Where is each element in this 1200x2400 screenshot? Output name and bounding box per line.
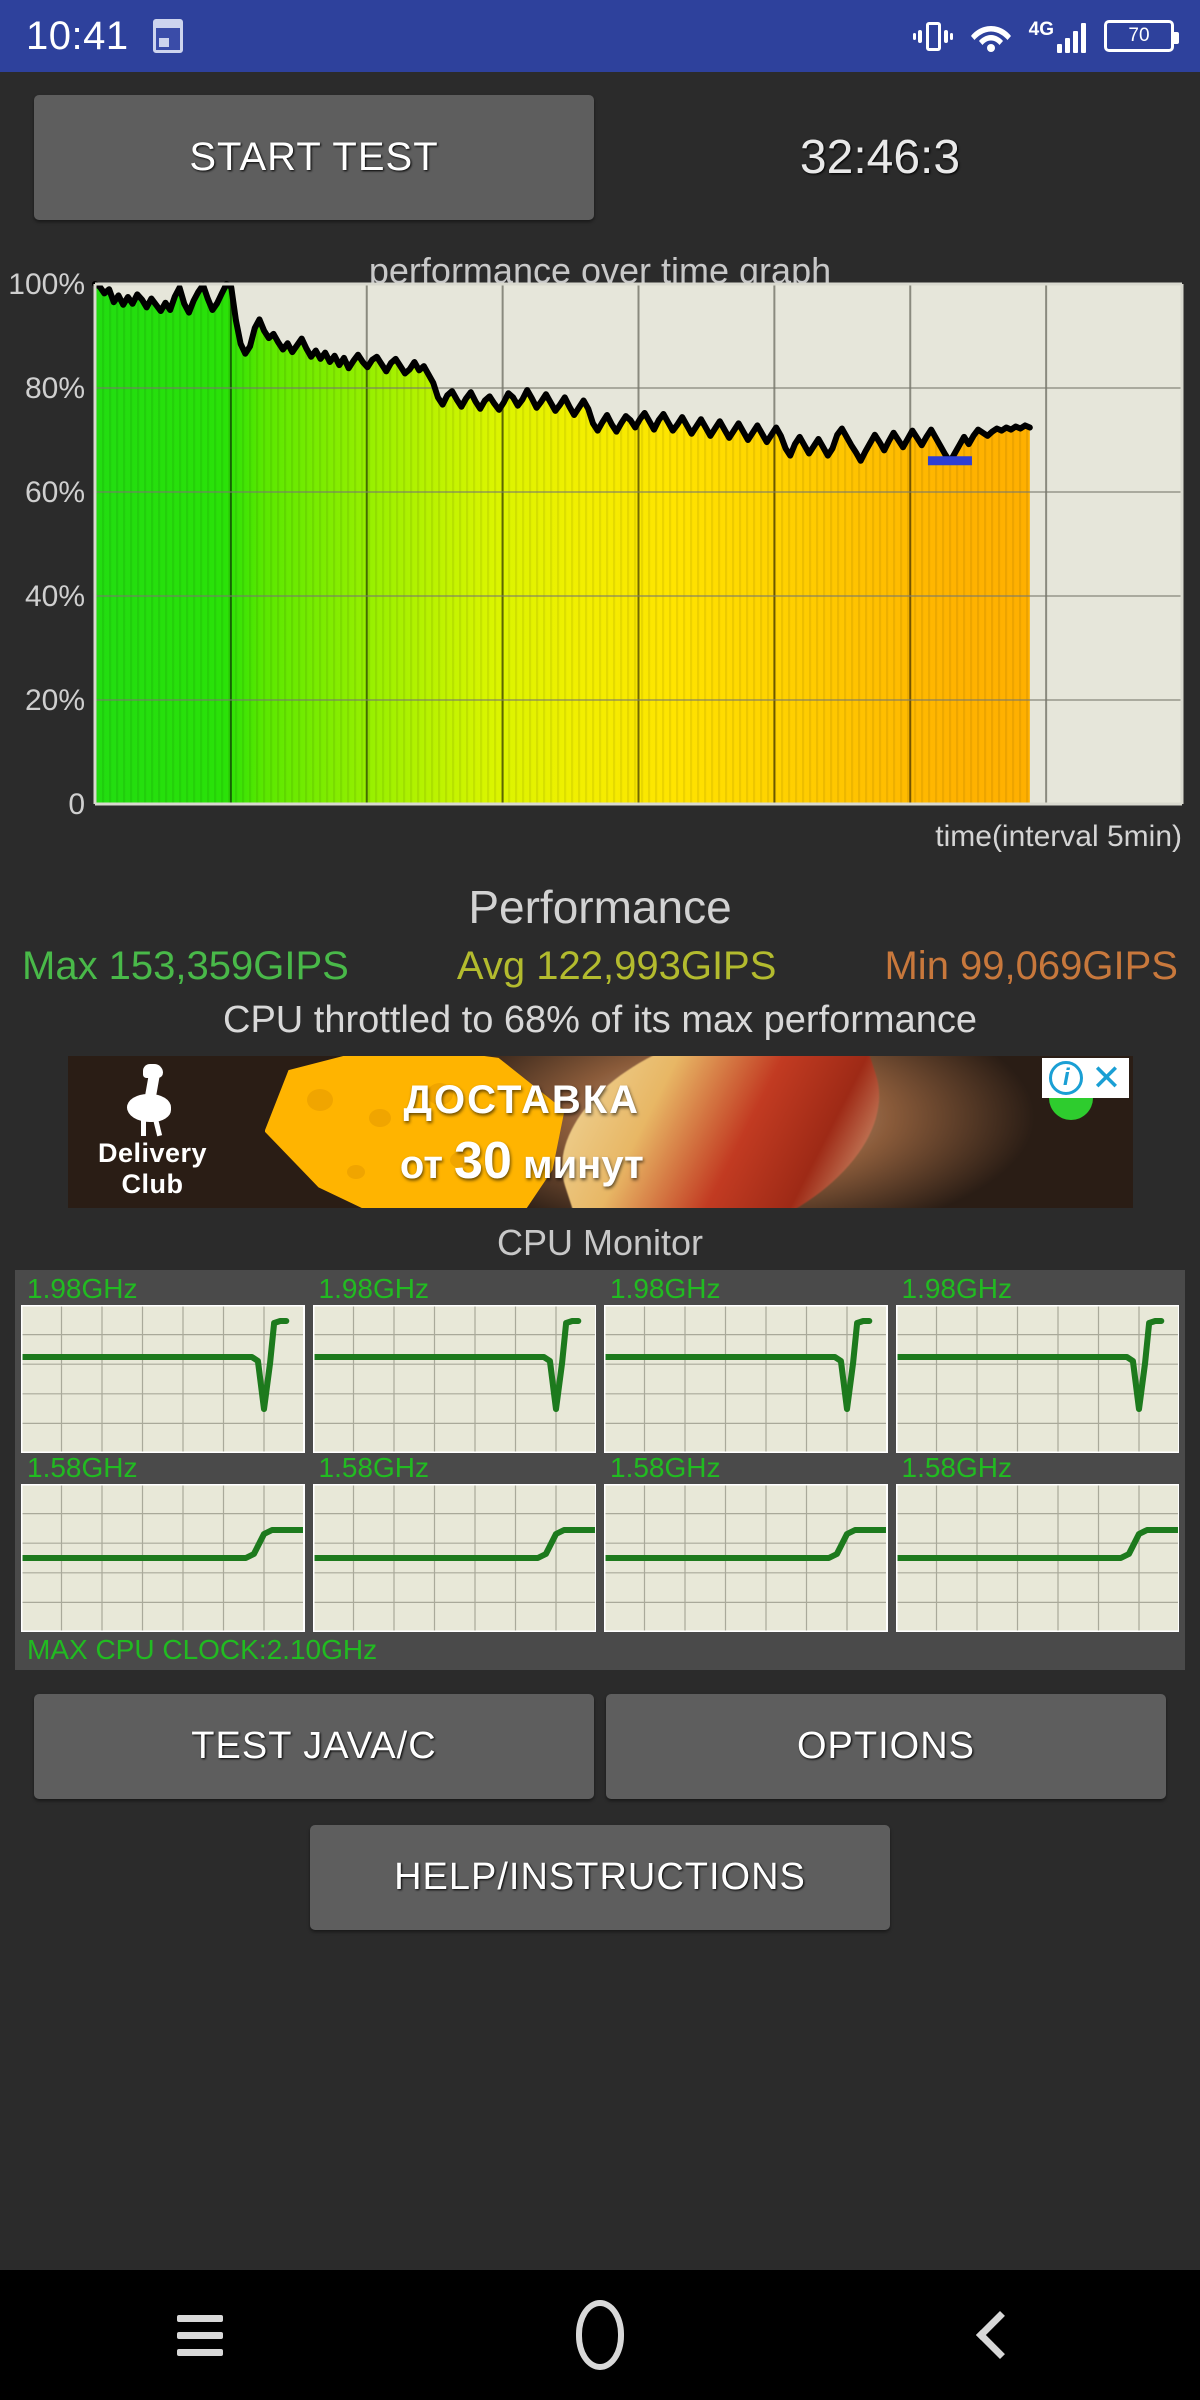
help-instructions-button[interactable]: HELP/INSTRUCTIONS [310, 1824, 890, 1930]
performance-over-time-chart: performance over time graph 100% 80% 60% 40… [0, 242, 1200, 872]
cpu-core-1: 1.98GHz [312, 1273, 596, 1453]
options-button[interactable]: OPTIONS [606, 1693, 1166, 1799]
ad-brand-logo: Delivery Club [78, 1064, 228, 1199]
min-gips-stat: Min 99,069GIPS [884, 944, 1178, 988]
start-test-button[interactable]: START TEST [34, 94, 594, 220]
nav-home-button[interactable] [520, 2270, 680, 2400]
cpu-core-plot [895, 1304, 1179, 1453]
cpu-core-frequency-label: 1.98GHz [610, 1273, 721, 1304]
ad-subline: от 30 минут [302, 1131, 742, 1191]
cpu-core-frequency-label: 1.58GHz [27, 1451, 138, 1483]
max-cpu-clock-label: MAX CPU CLOCK:2.10GHz [27, 1633, 378, 1665]
close-icon[interactable]: ✕ [1091, 1060, 1121, 1096]
top-controls: START TEST 32:46:3 [0, 72, 1200, 242]
vibrate-icon [912, 19, 953, 53]
cpu-core-plot [604, 1304, 888, 1453]
svg-text:0: 0 [68, 788, 85, 821]
cpu-core-plot [21, 1483, 305, 1632]
cpu-monitor-title: CPU Monitor [496, 1222, 704, 1263]
cpu-core-plot [604, 1483, 888, 1632]
battery-icon: 70 [1104, 20, 1179, 52]
status-notification-icons [152, 19, 183, 53]
cpu-core-frequency-label: 1.58GHz [610, 1451, 721, 1483]
calendar-icon [152, 19, 183, 53]
cpu-core-grid-bottom: 1.58GHz 1.58GHz 1.58GHz 1.58GHz [21, 1451, 1179, 1632]
ad-subline-number: 30 [454, 1132, 512, 1190]
avg-gips-stat: Avg 122,993GIPS [456, 944, 777, 988]
status-system-icons: 4G 70 [912, 19, 1179, 53]
ad-controls[interactable]: i ✕ [1042, 1058, 1129, 1098]
cpu-core-frequency-label: 1.58GHz [901, 1451, 1013, 1483]
back-icon [975, 2310, 1025, 2360]
secondary-button-row: TEST JAVA/C OPTIONS [0, 1670, 1200, 1799]
android-navigation-bar [0, 2270, 1200, 2400]
cpu-core-5: 1.58GHz [312, 1451, 596, 1632]
test-java-c-button[interactable]: TEST JAVA/C [34, 1693, 594, 1799]
cpu-core-6: 1.58GHz [604, 1451, 888, 1632]
svg-text:20%: 20% [25, 684, 85, 717]
wifi-icon [970, 26, 1011, 52]
cpu-core-3: 1.98GHz [895, 1273, 1179, 1453]
network-type-label: 4G [1028, 18, 1054, 40]
cpu-core-frequency-label: 1.98GHz [318, 1273, 430, 1304]
ad-subline-suffix: минут [511, 1143, 644, 1187]
svg-text:100%: 100% [8, 268, 85, 301]
cpu-core-grid-top: 1.98GHz 1.98GHz 1.98GHz 1.98GHz [21, 1273, 1179, 1453]
nav-recents-button[interactable] [120, 2270, 280, 2400]
cpu-core-frequency-label: 1.98GHz [901, 1273, 1013, 1304]
ad-brand-line2: Club [121, 1169, 184, 1199]
cpu-core-frequency-label: 1.58GHz [318, 1451, 430, 1483]
cpu-core-plot [312, 1304, 596, 1453]
ostrich-logo-icon [123, 1064, 183, 1137]
ad-subline-prefix: от [399, 1143, 455, 1187]
cpu-core-plot [21, 1304, 305, 1453]
cpu-core-0: 1.98GHz [21, 1273, 305, 1453]
svg-text:60%: 60% [25, 476, 85, 509]
home-icon [576, 2300, 624, 2370]
help-button-row: HELP/INSTRUCTIONS [0, 1799, 1200, 1930]
status-clock: 10:41 [26, 13, 129, 58]
adchoices-info-icon[interactable]: i [1049, 1061, 1084, 1095]
performance-summary: Performance Max 153,359GIPS Avg 122,993G… [0, 880, 1200, 1042]
nav-back-button[interactable] [920, 2270, 1080, 2400]
cpu-monitor-panel: 1.98GHz 1.98GHz 1.98GHz 1.98GHz 1.58GHz 1.58… [15, 1270, 1185, 1670]
battery-level-label: 70 [1128, 25, 1150, 46]
ad-headline: ДОСТАВКА [403, 1078, 641, 1122]
svg-text:40%: 40% [25, 580, 85, 613]
throttle-message: CPU throttled to 68% of its max performa… [223, 999, 977, 1041]
menu-icon [177, 2314, 223, 2356]
ad-brand-line1: Delivery [97, 1138, 208, 1168]
status-bar: 10:41 4G 70 [0, 0, 1200, 72]
signal-bars-icon [1057, 22, 1086, 53]
svg-text:80%: 80% [25, 372, 85, 405]
ad-text-block: ДОСТАВКА от 30 минут [302, 1078, 742, 1191]
network-indicator: 4G [1029, 20, 1086, 53]
max-gips-stat: Max 153,359GIPS [22, 944, 349, 988]
cpu-core-plot [895, 1483, 1179, 1632]
cpu-core-plot [312, 1483, 596, 1632]
performance-heading: Performance [468, 881, 732, 933]
cpu-core-7: 1.58GHz [895, 1451, 1179, 1632]
svg-text:time(interval 5min): time(interval 5min) [935, 820, 1182, 853]
cpu-core-2: 1.98GHz [604, 1273, 888, 1453]
performance-stats-row: Max 153,359GIPS Avg 122,993GIPS Min 99,0… [0, 944, 1200, 989]
chart-canvas: 100% 80% 60% 40% 20% 0 time(interval 5min) [8, 268, 1184, 853]
advertisement-banner[interactable]: ДОСТАВКА от 30 минут Delivery Club i ✕ [67, 1056, 1133, 1208]
cpu-core-frequency-label: 1.98GHz [27, 1273, 138, 1304]
elapsed-timer: 32:46:3 [799, 130, 961, 184]
cpu-core-4: 1.58GHz [21, 1451, 305, 1632]
